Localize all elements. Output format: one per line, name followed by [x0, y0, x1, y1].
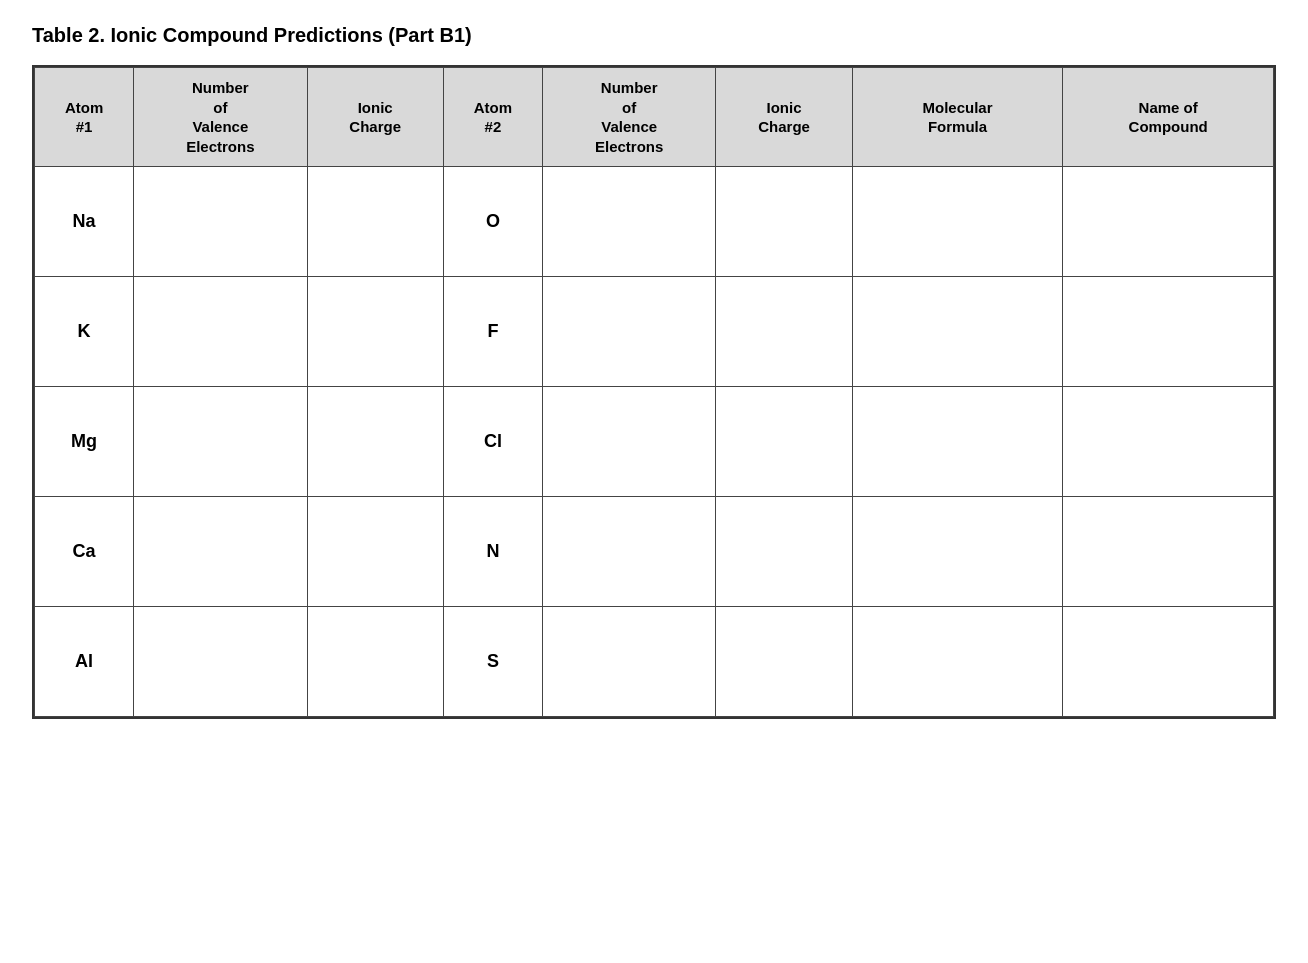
cell-formula-row0 [852, 167, 1063, 277]
col-header-valence1: NumberofValenceElectrons [134, 68, 307, 167]
cell-valence2-row3 [542, 497, 715, 607]
cell-atom2-row4: S [443, 607, 542, 717]
cell-name-row4 [1063, 607, 1274, 717]
cell-valence1-row1 [134, 277, 307, 387]
cell-valence1-row3 [134, 497, 307, 607]
col-header-formula: MolecularFormula [852, 68, 1063, 167]
col-header-ionic2: IonicCharge [716, 68, 852, 167]
cell-valence1-row4 [134, 607, 307, 717]
cell-ionic2-row3 [716, 497, 852, 607]
ionic-compound-table: Atom#1NumberofValenceElectronsIonicCharg… [34, 67, 1274, 717]
page-title: Table 2. Ionic Compound Predictions (Par… [32, 24, 1276, 47]
table-row: Al S [35, 607, 1274, 717]
cell-atom2-row2: Cl [443, 387, 542, 497]
cell-atom2-row3: N [443, 497, 542, 607]
cell-atom1-row1: K [35, 277, 134, 387]
cell-ionic2-row1 [716, 277, 852, 387]
cell-name-row3 [1063, 497, 1274, 607]
cell-atom1-row2: Mg [35, 387, 134, 497]
table-row: Mg Cl [35, 387, 1274, 497]
col-header-valence2: NumberofValenceElectrons [542, 68, 715, 167]
table-wrapper: Atom#1NumberofValenceElectronsIonicCharg… [32, 65, 1276, 719]
cell-valence1-row0 [134, 167, 307, 277]
cell-formula-row1 [852, 277, 1063, 387]
table-row: Ca N [35, 497, 1274, 607]
cell-atom1-row0: Na [35, 167, 134, 277]
cell-ionic2-row0 [716, 167, 852, 277]
col-header-name: Name ofCompound [1063, 68, 1274, 167]
cell-ionic1-row4 [307, 607, 443, 717]
cell-atom1-row3: Ca [35, 497, 134, 607]
cell-ionic2-row4 [716, 607, 852, 717]
cell-atom1-row4: Al [35, 607, 134, 717]
cell-ionic1-row3 [307, 497, 443, 607]
cell-valence1-row2 [134, 387, 307, 497]
cell-valence2-row1 [542, 277, 715, 387]
cell-name-row2 [1063, 387, 1274, 497]
cell-ionic2-row2 [716, 387, 852, 497]
cell-atom2-row0: O [443, 167, 542, 277]
table-row: KF [35, 277, 1274, 387]
cell-valence2-row0 [542, 167, 715, 277]
cell-atom2-row1: F [443, 277, 542, 387]
cell-valence2-row4 [542, 607, 715, 717]
cell-formula-row2 [852, 387, 1063, 497]
cell-formula-row4 [852, 607, 1063, 717]
cell-name-row0 [1063, 167, 1274, 277]
col-header-atom2: Atom#2 [443, 68, 542, 167]
col-header-atom1: Atom#1 [35, 68, 134, 167]
cell-ionic1-row0 [307, 167, 443, 277]
cell-ionic1-row2 [307, 387, 443, 497]
col-header-ionic1: IonicCharge [307, 68, 443, 167]
cell-valence2-row2 [542, 387, 715, 497]
cell-name-row1 [1063, 277, 1274, 387]
table-row: Na O [35, 167, 1274, 277]
cell-formula-row3 [852, 497, 1063, 607]
cell-ionic1-row1 [307, 277, 443, 387]
